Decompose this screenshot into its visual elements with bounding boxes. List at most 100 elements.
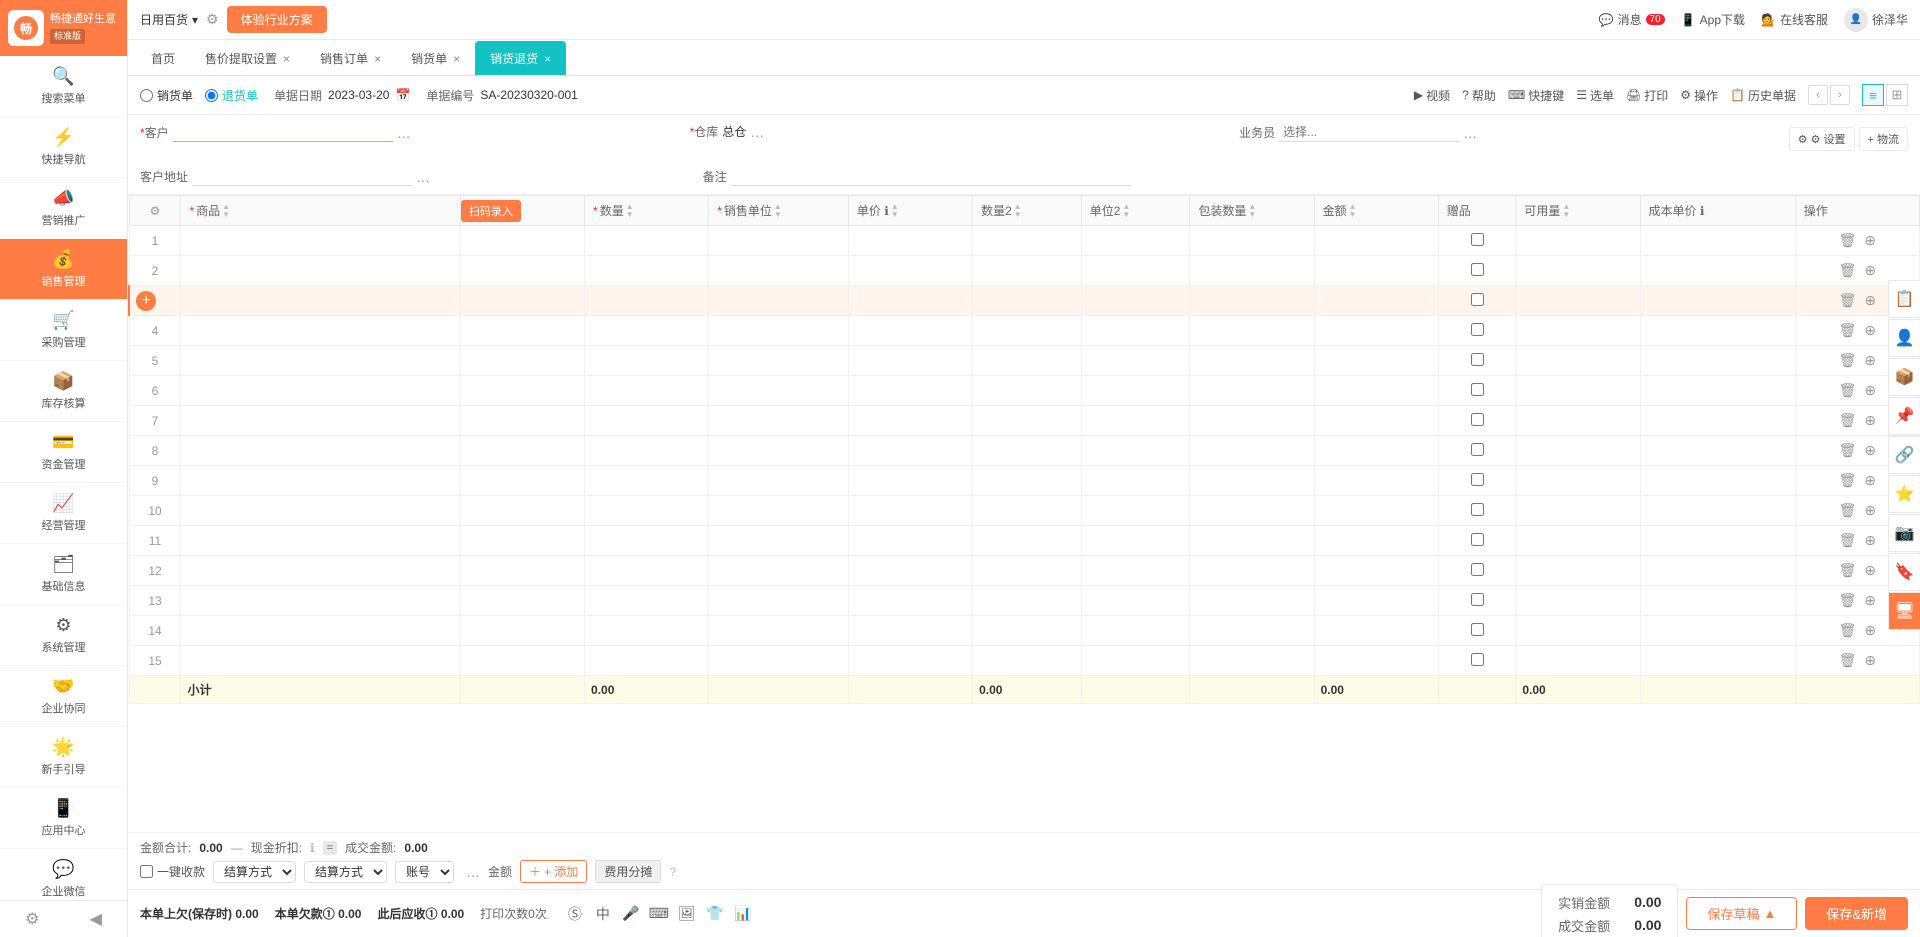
cell-unit-9[interactable] xyxy=(709,466,849,496)
cell-price-9[interactable] xyxy=(848,466,972,496)
gift-check-10[interactable] xyxy=(1471,503,1484,516)
warehouse-select-btn[interactable]: … xyxy=(750,124,764,140)
cell-pack-9[interactable] xyxy=(1190,466,1314,496)
gift-check-1[interactable] xyxy=(1471,233,1484,246)
cell-unit-15[interactable] xyxy=(709,646,849,676)
cell-unit-6[interactable] xyxy=(709,376,849,406)
cell-qty-11[interactable] xyxy=(585,526,709,556)
cell-amount-14[interactable] xyxy=(1314,616,1438,646)
cell-available-7[interactable] xyxy=(1516,406,1640,436)
cell-unit-13[interactable] xyxy=(709,586,849,616)
right-float-4[interactable]: 🔗 xyxy=(1888,436,1920,474)
copy-row-btn-11[interactable]: ⊕ xyxy=(1862,530,1878,551)
gift-check-14[interactable] xyxy=(1471,623,1484,636)
tab-4[interactable]: 销货退货× xyxy=(475,41,566,75)
cell-price-10[interactable] xyxy=(848,496,972,526)
cell-qty-13[interactable] xyxy=(585,586,709,616)
cell-price-3[interactable] xyxy=(848,286,972,316)
right-float-8[interactable]: 🖥 xyxy=(1888,592,1920,630)
sidebar-item-5[interactable]: 📦库存核算 xyxy=(0,361,127,422)
sidebar-item-8[interactable]: 🗂基础信息 xyxy=(0,544,127,605)
cell-gift-2[interactable] xyxy=(1438,256,1516,286)
cell-unit2-15[interactable] xyxy=(1081,646,1190,676)
cell-gift-14[interactable] xyxy=(1438,616,1516,646)
sidebar-item-2[interactable]: 📣营销推广 xyxy=(0,178,127,239)
settlement-method-select[interactable]: 结算方式 xyxy=(213,861,296,883)
cell-gift-15[interactable] xyxy=(1438,646,1516,676)
cell-available-8[interactable] xyxy=(1516,436,1640,466)
product-input-4[interactable] xyxy=(187,324,453,338)
th-scan[interactable]: 扫码录入 xyxy=(460,196,584,226)
cell-amount-13[interactable] xyxy=(1314,586,1438,616)
copy-row-btn-9[interactable]: ⊕ xyxy=(1862,470,1878,491)
cell-product-10[interactable] xyxy=(181,496,460,526)
copy-row-btn-14[interactable]: ⊕ xyxy=(1862,620,1878,641)
cell-gift-4[interactable] xyxy=(1438,316,1516,346)
category-select[interactable]: 日用百货 ▾ xyxy=(140,11,198,28)
cell-unit-5[interactable] xyxy=(709,346,849,376)
save-draft-btn[interactable]: 保存草稿 ▲ xyxy=(1686,897,1797,930)
cell-qty-15[interactable] xyxy=(585,646,709,676)
cell-pack-10[interactable] xyxy=(1190,496,1314,526)
cell-available-9[interactable] xyxy=(1516,466,1640,496)
sidebar-item-3[interactable]: 💰销售管理 xyxy=(0,239,127,300)
cell-product-14[interactable] xyxy=(181,616,460,646)
one-key-pay-check[interactable]: 一键收款 xyxy=(140,863,205,880)
delete-row-btn-11[interactable]: 🗑 xyxy=(1837,530,1859,551)
delete-row-btn-6[interactable]: 🗑 xyxy=(1837,380,1859,401)
right-float-7[interactable]: 🔖 xyxy=(1888,553,1920,591)
cell-cost-11[interactable] xyxy=(1640,526,1795,556)
right-float-3[interactable]: 📌 xyxy=(1888,397,1920,435)
tab-close-2[interactable]: × xyxy=(374,52,381,66)
copy-row-btn-3[interactable]: ⊕ xyxy=(1862,290,1878,311)
cell-qty-5[interactable] xyxy=(585,346,709,376)
product-input-12[interactable] xyxy=(187,564,453,578)
cell-qty-6[interactable] xyxy=(585,376,709,406)
product-input-8[interactable] xyxy=(187,444,453,458)
cell-amount-4[interactable] xyxy=(1314,316,1438,346)
product-input-9[interactable] xyxy=(187,474,453,488)
delete-row-btn-13[interactable]: 🗑 xyxy=(1837,590,1859,611)
cell-qty2-10[interactable] xyxy=(973,496,1082,526)
cell-unit-10[interactable] xyxy=(709,496,849,526)
cell-cost-15[interactable] xyxy=(1640,646,1795,676)
tool-shirt[interactable]: 👕 xyxy=(703,902,727,926)
cell-cost-2[interactable] xyxy=(1640,256,1795,286)
cell-pack-4[interactable] xyxy=(1190,316,1314,346)
copy-row-btn-10[interactable]: ⊕ xyxy=(1862,500,1878,521)
copy-row-btn-13[interactable]: ⊕ xyxy=(1862,590,1878,611)
cell-qty-4[interactable] xyxy=(585,316,709,346)
cell-available-11[interactable] xyxy=(1516,526,1640,556)
cell-amount-2[interactable] xyxy=(1314,256,1438,286)
gift-check-13[interactable] xyxy=(1471,593,1484,606)
tool-img[interactable]: 🖼 xyxy=(675,902,699,926)
cell-available-15[interactable] xyxy=(1516,646,1640,676)
right-float-1[interactable]: 👤 xyxy=(1888,319,1920,357)
cell-gift-13[interactable] xyxy=(1438,586,1516,616)
cell-price-11[interactable] xyxy=(848,526,972,556)
add-payment-btn[interactable]: ＋ + 添加 xyxy=(520,860,587,883)
cell-qty-8[interactable] xyxy=(585,436,709,466)
split-help[interactable]: ? xyxy=(669,865,676,879)
cell-cost-12[interactable] xyxy=(1640,556,1795,586)
cell-unit2-4[interactable] xyxy=(1081,316,1190,346)
cell-available-12[interactable] xyxy=(1516,556,1640,586)
sidebar-item-11[interactable]: 🌟新手引导 xyxy=(0,727,127,788)
select-doc-btn[interactable]: ☰ 选单 xyxy=(1576,87,1614,104)
cell-unit2-8[interactable] xyxy=(1081,436,1190,466)
cell-qty-14[interactable] xyxy=(585,616,709,646)
right-float-2[interactable]: 📦 xyxy=(1888,358,1920,396)
cell-amount-11[interactable] xyxy=(1314,526,1438,556)
cell-amount-5[interactable] xyxy=(1314,346,1438,376)
cell-available-5[interactable] xyxy=(1516,346,1640,376)
cell-cost-8[interactable] xyxy=(1640,436,1795,466)
cell-qty-10[interactable] xyxy=(585,496,709,526)
cell-product-13[interactable] xyxy=(181,586,460,616)
cell-product-7[interactable] xyxy=(181,406,460,436)
user-btn[interactable]: 👤 徐泽华 xyxy=(1844,8,1908,32)
cell-price-14[interactable] xyxy=(848,616,972,646)
delete-row-btn-7[interactable]: 🗑 xyxy=(1837,410,1859,431)
cell-cost-6[interactable] xyxy=(1640,376,1795,406)
copy-row-btn-7[interactable]: ⊕ xyxy=(1862,410,1878,431)
add-row-btn[interactable]: + xyxy=(136,291,156,311)
